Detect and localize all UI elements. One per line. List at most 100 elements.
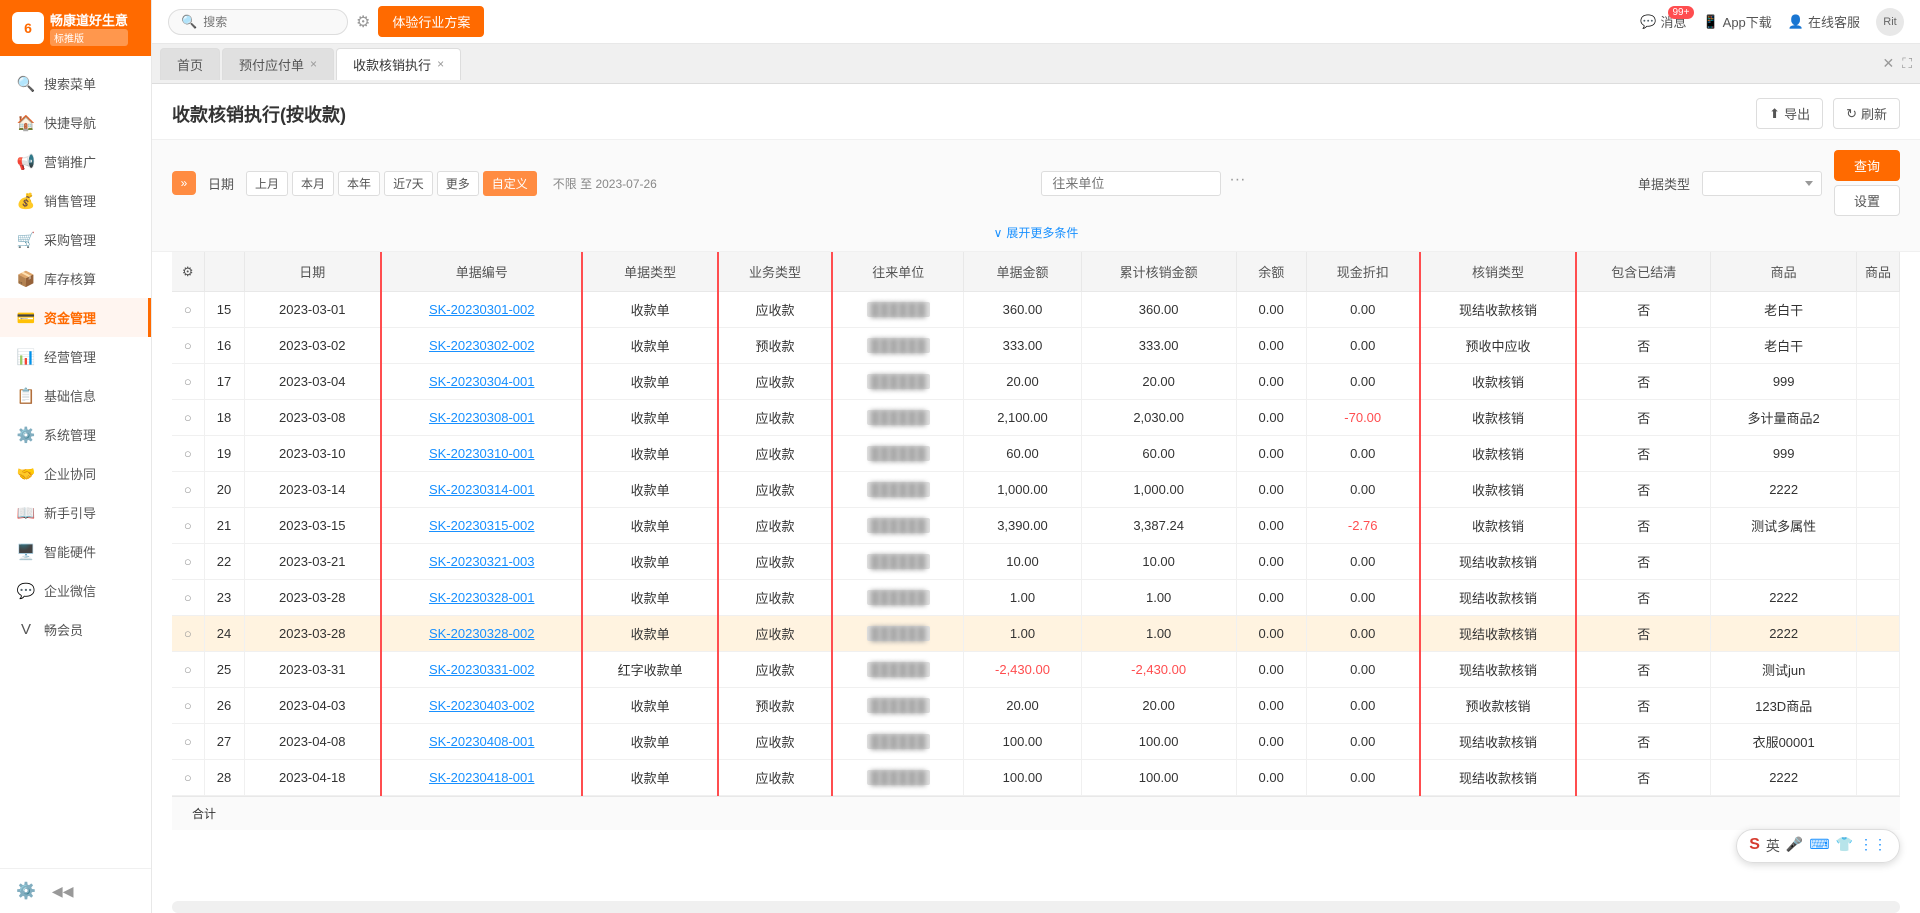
sidebar-item-6[interactable]: 💳 资金管理: [0, 298, 151, 337]
topbar-search-box[interactable]: 🔍: [168, 9, 348, 35]
doc-code-link[interactable]: SK-20230328-001: [429, 590, 535, 605]
cell-settings[interactable]: ○: [172, 400, 204, 436]
sidebar-settings-icon[interactable]: ⚙️: [16, 881, 36, 901]
topbar-message[interactable]: 💬 消息 99+: [1640, 12, 1686, 31]
tab-collection[interactable]: 收款核销执行 ×: [336, 48, 461, 80]
sidebar-item-8[interactable]: 📋 基础信息: [0, 376, 151, 415]
topbar-gear-icon[interactable]: ⚙: [356, 12, 370, 32]
cell-discount: 0.00: [1306, 328, 1419, 364]
doc-code-link[interactable]: SK-20230403-002: [429, 698, 535, 713]
tab-home[interactable]: 首页: [160, 48, 220, 80]
doc-code-link[interactable]: SK-20230308-001: [429, 410, 535, 425]
cell-settings[interactable]: ○: [172, 544, 204, 580]
tab-prepayment[interactable]: 预付应付单 ×: [222, 48, 334, 80]
cell-amount: 1.00: [964, 580, 1081, 616]
cell-product1: 老白干: [1711, 292, 1857, 328]
topbar-search-input[interactable]: [203, 15, 323, 29]
sidebar-item-13[interactable]: 💬 企业微信: [0, 571, 151, 610]
cell-has-settled: 否: [1576, 724, 1711, 760]
cell-discount: 0.00: [1306, 544, 1419, 580]
doc-code-link[interactable]: SK-20230304-001: [429, 374, 535, 389]
toolbar-shirt-icon[interactable]: 👕: [1836, 836, 1853, 856]
sidebar-item-3[interactable]: 💰 销售管理: [0, 181, 151, 220]
tabbar-expand-btn[interactable]: ⛶: [1902, 55, 1912, 72]
sidebar-item-2[interactable]: 📢 营销推广: [0, 142, 151, 181]
cell-settings[interactable]: ○: [172, 508, 204, 544]
sidebar-item-14[interactable]: V 畅会员: [0, 610, 151, 649]
cell-product2: [1856, 436, 1899, 472]
filter-settings-button[interactable]: 设置: [1834, 185, 1900, 216]
cell-settings[interactable]: ○: [172, 760, 204, 796]
cell-discount: 0.00: [1306, 580, 1419, 616]
cell-settings[interactable]: ○: [172, 364, 204, 400]
doc-code-link[interactable]: SK-20230418-001: [429, 770, 535, 785]
unit-filter-dots[interactable]: ···: [1221, 171, 1253, 196]
logo-text-area: 畅康道好生意 标推版: [50, 10, 128, 46]
cell-settings[interactable]: ○: [172, 652, 204, 688]
doc-code-link[interactable]: SK-20230314-001: [429, 482, 535, 497]
sidebar-item-12[interactable]: 🖥️ 智能硬件: [0, 532, 151, 571]
expand-label: 展开更多条件: [1006, 224, 1078, 241]
cell-settings[interactable]: ○: [172, 436, 204, 472]
date-btn-7days[interactable]: 近7天: [384, 171, 433, 196]
cell-settings[interactable]: ○: [172, 292, 204, 328]
date-btn-this-month[interactable]: 本月: [292, 171, 334, 196]
cell-discount: 0.00: [1306, 724, 1419, 760]
unit-filter-input[interactable]: [1041, 171, 1221, 196]
sidebar-item-10[interactable]: 🤝 企业协同: [0, 454, 151, 493]
tab-prepayment-label: 预付应付单: [239, 55, 304, 74]
tab-collection-close[interactable]: ×: [437, 57, 444, 71]
sidebar-item-7[interactable]: 📊 经营管理: [0, 337, 151, 376]
refresh-button[interactable]: ↻ 刷新: [1833, 98, 1900, 129]
query-button[interactable]: 查询: [1834, 150, 1900, 181]
tabbar-close-btn[interactable]: ✕: [1882, 55, 1894, 72]
doc-code-link[interactable]: SK-20230321-003: [429, 554, 535, 569]
date-btn-this-year[interactable]: 本年: [338, 171, 380, 196]
doc-code-link[interactable]: SK-20230302-002: [429, 338, 535, 353]
user-avatar[interactable]: Rit: [1876, 8, 1904, 36]
sogou-icon[interactable]: S: [1749, 836, 1760, 856]
doc-code-link[interactable]: SK-20230328-002: [429, 626, 535, 641]
solution-button[interactable]: 体验行业方案: [378, 6, 484, 37]
sidebar-item-9[interactable]: ⚙️ 系统管理: [0, 415, 151, 454]
cell-accum: 100.00: [1081, 760, 1236, 796]
sidebar-item-4[interactable]: 🛒 采购管理: [0, 220, 151, 259]
toolbar-keyboard-icon[interactable]: ⌨: [1809, 836, 1829, 856]
sidebar-collapse-icon[interactable]: ◀◀: [52, 883, 74, 900]
toolbar-grid-icon[interactable]: ⋮⋮: [1859, 836, 1887, 856]
sidebar-item-5[interactable]: 📦 库存核算: [0, 259, 151, 298]
sidebar-item-0[interactable]: 🔍 搜索菜单: [0, 64, 151, 103]
topbar-app-download[interactable]: 📱 App下载: [1702, 12, 1771, 31]
expand-conditions-btn[interactable]: ∨ 展开更多条件: [994, 224, 1079, 241]
cell-settings[interactable]: ○: [172, 328, 204, 364]
doc-code-link[interactable]: SK-20230310-001: [429, 446, 535, 461]
filter-toggle-button[interactable]: »: [172, 171, 196, 195]
date-btn-more[interactable]: 更多: [437, 171, 479, 196]
doc-code-link[interactable]: SK-20230331-002: [429, 662, 535, 677]
tab-prepayment-close[interactable]: ×: [310, 57, 317, 71]
content-area: 收款核销执行(按收款) ⬆ 导出 ↻ 刷新 » 日期 上月 本月: [152, 84, 1920, 913]
toolbar-mic-icon[interactable]: 🎤: [1786, 836, 1803, 856]
doc-code-link[interactable]: SK-20230301-002: [429, 302, 535, 317]
type-filter-select[interactable]: [1702, 171, 1822, 196]
cell-product2: [1856, 544, 1899, 580]
cell-settings[interactable]: ○: [172, 688, 204, 724]
export-button[interactable]: ⬆ 导出: [1756, 98, 1823, 129]
cell-settings[interactable]: ○: [172, 724, 204, 760]
date-btn-last-month[interactable]: 上月: [246, 171, 288, 196]
doc-code-link[interactable]: SK-20230408-001: [429, 734, 535, 749]
horizontal-scrollbar[interactable]: [172, 901, 1900, 913]
data-table: ⚙ 日期 单据编号 单据类型 业务类型 往来单位 单据金额 累计核销金额 余额 …: [172, 252, 1900, 796]
cell-product1: [1711, 544, 1857, 580]
toolbar-en-icon[interactable]: 英: [1766, 836, 1780, 856]
date-btn-custom[interactable]: 自定义: [483, 171, 537, 196]
cell-settings[interactable]: ○: [172, 616, 204, 652]
cell-settings[interactable]: ○: [172, 472, 204, 508]
col-settings[interactable]: ⚙: [172, 252, 204, 292]
doc-code-link[interactable]: SK-20230315-002: [429, 518, 535, 533]
cell-amount: 2,100.00: [964, 400, 1081, 436]
sidebar-item-1[interactable]: 🏠 快捷导航: [0, 103, 151, 142]
topbar-online-service[interactable]: 👤 在线客服: [1788, 12, 1860, 31]
cell-settings[interactable]: ○: [172, 580, 204, 616]
sidebar-item-11[interactable]: 📖 新手引导: [0, 493, 151, 532]
